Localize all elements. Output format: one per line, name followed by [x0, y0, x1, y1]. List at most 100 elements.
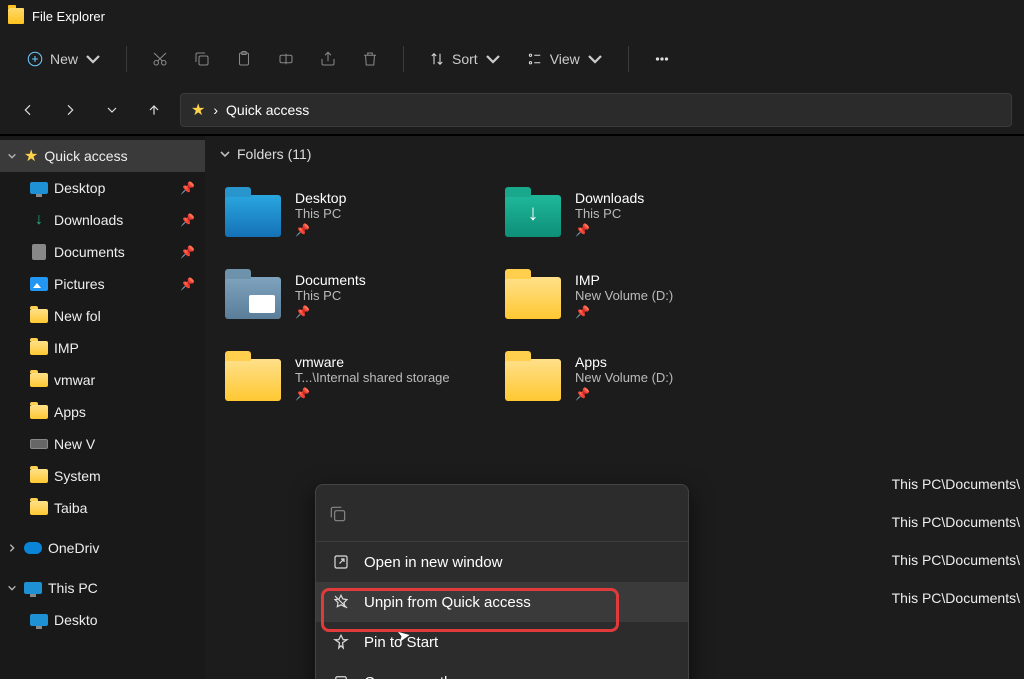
sidebar-item-label: Pictures	[54, 276, 105, 292]
pin-icon: 📌	[180, 213, 195, 227]
sidebar-thispc-desktop[interactable]: Deskto	[0, 604, 205, 636]
sidebar-item-label: vmwar	[54, 372, 95, 388]
folder-item[interactable]: DocumentsThis PC📌	[219, 254, 499, 336]
sidebar-label: Deskto	[54, 612, 98, 628]
ctx-pin-start[interactable]: Pin to Start	[316, 622, 688, 662]
sidebar-onedrive[interactable]: OneDriv	[0, 532, 205, 564]
folder-icon	[30, 499, 48, 517]
paste-button[interactable]	[225, 42, 263, 76]
cut-button[interactable]	[141, 42, 179, 76]
download-icon: ↓	[30, 211, 48, 229]
folder-item[interactable]: ↓ DownloadsThis PC📌	[499, 172, 779, 254]
sidebar-thispc[interactable]: This PC	[0, 572, 205, 604]
ctx-unpin-quick-access[interactable]: Unpin from Quick access	[316, 582, 688, 622]
pc-icon	[24, 582, 42, 594]
more-button[interactable]	[643, 42, 681, 76]
sidebar: ★ Quick access Desktop📌↓Downloads📌Docume…	[0, 136, 205, 679]
sidebar-label: Quick access	[44, 148, 127, 164]
sidebar-item[interactable]: System	[0, 460, 205, 492]
recent-path[interactable]: This PC\Documents\	[892, 590, 1020, 606]
sidebar-item-label: System	[54, 468, 101, 484]
toolbar: New Sort View	[0, 32, 1024, 86]
folder-location: New Volume (D:)	[575, 288, 673, 303]
sidebar-item[interactable]: Apps	[0, 396, 205, 428]
folder-name: Apps	[575, 354, 673, 370]
separator	[126, 46, 127, 72]
pin-icon: 📌	[295, 303, 366, 319]
recent-paths: This PC\Documents\ This PC\Documents\ This…	[892, 476, 1020, 606]
delete-button[interactable]	[351, 42, 389, 76]
window-title: File Explorer	[32, 9, 105, 24]
rename-button[interactable]	[267, 42, 305, 76]
recent-button[interactable]	[96, 94, 128, 126]
sidebar-item[interactable]: Desktop 📌	[0, 172, 205, 204]
folder-icon	[505, 353, 561, 401]
sidebar-item[interactable]: Documents📌	[0, 236, 205, 268]
address-bar[interactable]: ★ › Quick access	[180, 93, 1012, 127]
ctx-open-new-window[interactable]: Open in new window	[316, 542, 688, 582]
doc-icon	[30, 243, 48, 261]
share-button[interactable]	[309, 42, 347, 76]
copy-button[interactable]	[183, 42, 221, 76]
folder-icon: ↓	[505, 189, 561, 237]
sidebar-item[interactable]: Taiba	[0, 492, 205, 524]
folder-location: T...\Internal shared storage	[295, 370, 450, 385]
breadcrumb-root[interactable]: Quick access	[226, 102, 309, 118]
sidebar-item-label: New V	[54, 436, 95, 452]
new-label: New	[50, 51, 78, 67]
sidebar-item[interactable]: ↓ Downloads 📌	[0, 204, 205, 236]
back-button[interactable]	[12, 94, 44, 126]
folder-item[interactable]: IMPNew Volume (D:)📌	[499, 254, 779, 336]
folder-icon	[505, 271, 561, 319]
pin-icon: 📌	[575, 385, 673, 401]
desktop-icon	[30, 614, 48, 626]
folder-name: vmware	[295, 354, 450, 370]
folder-icon	[30, 371, 48, 389]
sort-button[interactable]: Sort	[418, 42, 512, 76]
folder-item[interactable]: AppsNew Volume (D:)📌	[499, 336, 779, 418]
folder-icon	[30, 467, 48, 485]
separator	[403, 46, 404, 72]
navigation-row: ★ › Quick access	[0, 86, 1024, 134]
forward-button[interactable]	[54, 94, 86, 126]
recent-path[interactable]: This PC\Documents\	[892, 514, 1020, 530]
pin-icon: 📌	[180, 277, 195, 291]
ctx-copy-icon-button[interactable]	[328, 497, 348, 531]
sidebar-label: This PC	[48, 580, 98, 596]
new-button[interactable]: New	[16, 42, 112, 76]
pin-icon: 📌	[295, 221, 346, 237]
recent-path[interactable]: This PC\Documents\	[892, 476, 1020, 492]
sidebar-item-label: Taiba	[54, 500, 87, 516]
sort-label: Sort	[452, 51, 478, 67]
ctx-copy-path[interactable]: Copy as path	[316, 662, 688, 679]
folder-name: Desktop	[295, 190, 346, 206]
up-button[interactable]	[138, 94, 170, 126]
pin-icon: 📌	[180, 181, 195, 195]
sidebar-item-label: Desktop	[54, 180, 105, 196]
sidebar-quick-access[interactable]: ★ Quick access	[0, 140, 205, 172]
recent-path[interactable]: This PC\Documents\	[892, 552, 1020, 568]
view-button[interactable]: View	[516, 42, 614, 76]
folder-name: Downloads	[575, 190, 644, 206]
sidebar-item[interactable]: IMP	[0, 332, 205, 364]
cloud-icon	[24, 542, 42, 554]
pin-icon: 📌	[575, 221, 644, 237]
group-header[interactable]: Folders (11)	[205, 136, 1024, 172]
sidebar-item-label: IMP	[54, 340, 79, 356]
folder-location: This PC	[295, 206, 346, 221]
separator	[628, 46, 629, 72]
folder-icon	[225, 353, 281, 401]
folder-name: Documents	[295, 272, 366, 288]
star-icon: ★	[24, 146, 38, 166]
group-label: Folders (11)	[237, 146, 311, 162]
sidebar-item[interactable]: vmwar	[0, 364, 205, 396]
folder-item[interactable]: vmwareT...\Internal shared storage📌	[219, 336, 499, 418]
titlebar: File Explorer	[0, 0, 1024, 32]
pin-icon: 📌	[180, 245, 195, 259]
sidebar-item[interactable]: New V	[0, 428, 205, 460]
sidebar-item[interactable]: Pictures 📌	[0, 268, 205, 300]
sidebar-item[interactable]: New fol	[0, 300, 205, 332]
folder-location: This PC	[575, 206, 644, 221]
folder-item[interactable]: DesktopThis PC📌	[219, 172, 499, 254]
sidebar-item-label: Downloads	[54, 212, 123, 228]
